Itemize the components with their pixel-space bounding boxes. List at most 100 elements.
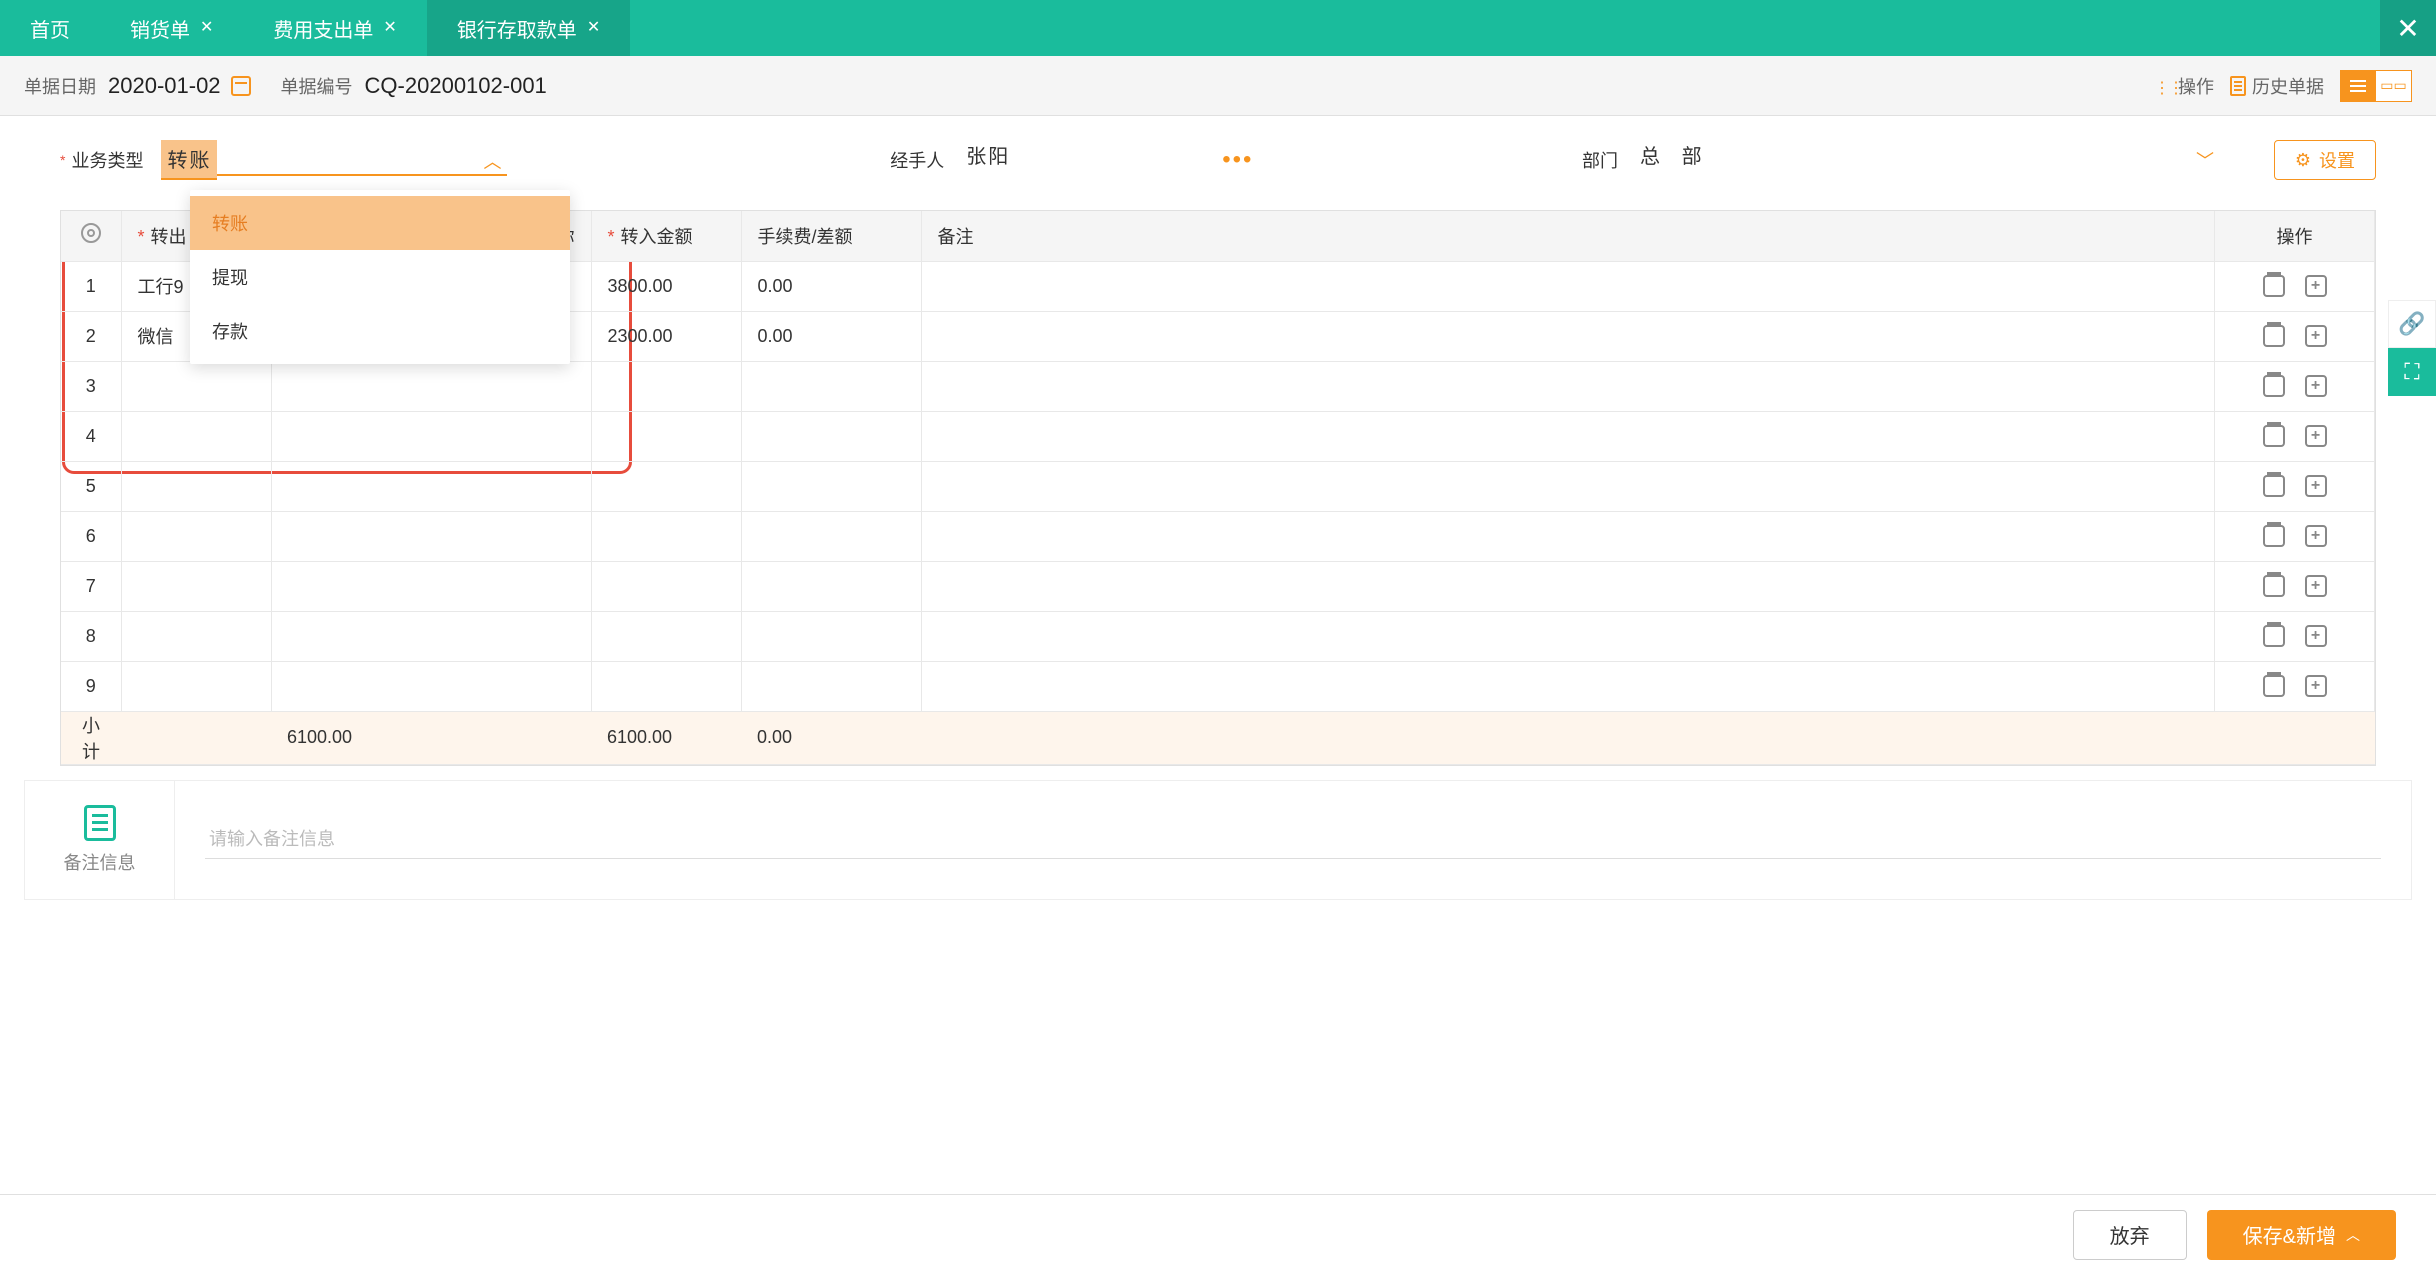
cell-remark[interactable] <box>921 261 2215 311</box>
form-icon: ▭▭ <box>2380 77 2406 94</box>
ops-label: 操作 <box>2178 73 2214 99</box>
remarks-label: 备注信息 <box>64 849 136 875</box>
table-row[interactable]: 9 <box>61 661 2375 711</box>
column-in-amt: *转入金额 <box>591 211 741 261</box>
delete-icon[interactable] <box>2263 675 2285 697</box>
close-icon[interactable]: ✕ <box>200 20 213 36</box>
copy-icon[interactable] <box>2305 475 2327 497</box>
dropdown-option-transfer[interactable]: 转账 <box>190 196 570 250</box>
more-icon[interactable]: ••• <box>1222 146 1253 174</box>
table-row[interactable]: 3 <box>61 361 2375 411</box>
delete-icon[interactable] <box>2263 275 2285 297</box>
dropdown-option-deposit[interactable]: 存款 <box>190 304 570 358</box>
footer-bar: 放弃 保存&新增 ︿ <box>0 1194 2436 1274</box>
delete-icon[interactable] <box>2263 375 2285 397</box>
date-value[interactable]: 2020-01-02 <box>108 73 221 99</box>
subtotal-fee: 0.00 <box>741 711 921 764</box>
copy-icon[interactable] <box>2305 575 2327 597</box>
subtotal-out: 6100.00 <box>271 711 591 764</box>
expand-icon: ⛶ <box>2404 359 2419 385</box>
table-row[interactable]: 6 <box>61 511 2375 561</box>
tab-expense[interactable]: 费用支出单 ✕ <box>243 0 426 56</box>
biz-type-input[interactable]: 转账 <box>161 140 217 180</box>
calendar-icon[interactable] <box>231 76 251 96</box>
view-form-button[interactable]: ▭▭ <box>2376 70 2412 102</box>
form-area: * 业务类型 转账 ︿ 经手人 张阳 ••• 部门 总 部 ﹀ ⚙ 设置 转账 … <box>0 116 2436 190</box>
row-number: 2 <box>61 311 121 361</box>
copy-icon[interactable] <box>2305 675 2327 697</box>
doc-no-value: CQ-20200102-001 <box>365 73 547 99</box>
fullscreen-button[interactable]: ⛶ <box>2388 348 2436 396</box>
remarks-input[interactable] <box>205 821 2381 859</box>
delete-icon[interactable] <box>2263 525 2285 547</box>
save-label: 保存&新增 <box>2243 1220 2336 1249</box>
column-remark: 备注 <box>921 211 2215 261</box>
chevron-down-icon[interactable]: ﹀ <box>2196 147 2214 173</box>
view-list-button[interactable] <box>2340 70 2376 102</box>
tab-bank[interactable]: 银行存取款单 ✕ <box>427 0 630 56</box>
subtotal-row: 小计 6100.00 6100.00 0.00 <box>61 711 2375 764</box>
subtotal-label: 小计 <box>61 711 121 764</box>
biz-type-label: 业务类型 <box>71 147 143 173</box>
tab-sales[interactable]: 销货单 ✕ <box>100 0 243 56</box>
ops-button[interactable]: 操作 <box>2154 73 2214 99</box>
tab-home[interactable]: 首页 <box>0 0 100 56</box>
delete-icon[interactable] <box>2263 575 2285 597</box>
handler-label: 经手人 <box>890 147 944 173</box>
gear-icon: ⚙ <box>2295 150 2311 171</box>
cell-fee[interactable]: 0.00 <box>741 261 921 311</box>
view-toggle: ▭▭ <box>2340 70 2412 102</box>
document-header: 单据日期 2020-01-02 单据编号 CQ-20200102-001 操作 … <box>0 56 2436 116</box>
history-button[interactable]: 历史单据 <box>2230 73 2324 99</box>
row-number: 1 <box>61 261 121 311</box>
cell-remark[interactable] <box>921 311 2215 361</box>
save-new-button[interactable]: 保存&新增 ︿ <box>2207 1210 2396 1260</box>
table-row[interactable]: 5 <box>61 461 2375 511</box>
chevron-up-icon[interactable]: ︿ <box>483 148 501 174</box>
handler-input[interactable]: 张阳 <box>962 140 1262 180</box>
table-row[interactable]: 8 <box>61 611 2375 661</box>
delete-icon[interactable] <box>2263 325 2285 347</box>
dropdown-option-withdraw[interactable]: 提现 <box>190 250 570 304</box>
delete-icon[interactable] <box>2263 475 2285 497</box>
top-tab-bar: 首页 销货单 ✕ 费用支出单 ✕ 银行存取款单 ✕ ✕ <box>0 0 2436 56</box>
remarks-label-block: 备注信息 <box>25 781 175 899</box>
biz-type-dropdown: 转账 提现 存款 <box>190 190 570 364</box>
chevron-up-icon: ︿ <box>2346 1225 2360 1245</box>
dept-input[interactable]: 总 部 <box>1636 140 1916 180</box>
close-icon[interactable]: ✕ <box>587 20 600 36</box>
close-icon[interactable]: ✕ <box>383 20 396 36</box>
cell-in-amt[interactable]: 3800.00 <box>591 261 741 311</box>
dept-label: 部门 <box>1582 147 1618 173</box>
copy-icon[interactable] <box>2305 525 2327 547</box>
table-row[interactable]: 7 <box>61 561 2375 611</box>
cell-in-amt[interactable]: 2300.00 <box>591 311 741 361</box>
cell-fee[interactable]: 0.00 <box>741 311 921 361</box>
delete-icon[interactable] <box>2263 625 2285 647</box>
doc-no-label: 单据编号 <box>281 73 353 99</box>
table-row[interactable]: 4 <box>61 411 2375 461</box>
copy-icon[interactable] <box>2305 625 2327 647</box>
copy-icon[interactable] <box>2305 275 2327 297</box>
close-all-button[interactable]: ✕ <box>2380 0 2436 56</box>
link-icon: 🔗 <box>2398 311 2425 337</box>
remarks-section: 备注信息 <box>24 780 2412 900</box>
tab-expense-label: 费用支出单 <box>273 14 373 43</box>
required-marker: * <box>60 152 65 168</box>
date-label: 单据日期 <box>24 73 96 99</box>
list-icon <box>2350 80 2366 92</box>
discard-button[interactable]: 放弃 <box>2073 1210 2187 1260</box>
copy-icon[interactable] <box>2305 375 2327 397</box>
attachment-button[interactable]: 🔗 <box>2388 300 2436 348</box>
tab-sales-label: 销货单 <box>130 14 190 43</box>
gear-icon <box>81 223 101 243</box>
delete-icon[interactable] <box>2263 425 2285 447</box>
note-icon <box>84 805 116 841</box>
settings-button[interactable]: ⚙ 设置 <box>2274 140 2376 180</box>
copy-icon[interactable] <box>2305 325 2327 347</box>
tab-home-label: 首页 <box>30 14 70 43</box>
column-settings[interactable] <box>61 211 121 261</box>
settings-label: 设置 <box>2319 147 2355 173</box>
doc-icon <box>2230 76 2246 96</box>
copy-icon[interactable] <box>2305 425 2327 447</box>
